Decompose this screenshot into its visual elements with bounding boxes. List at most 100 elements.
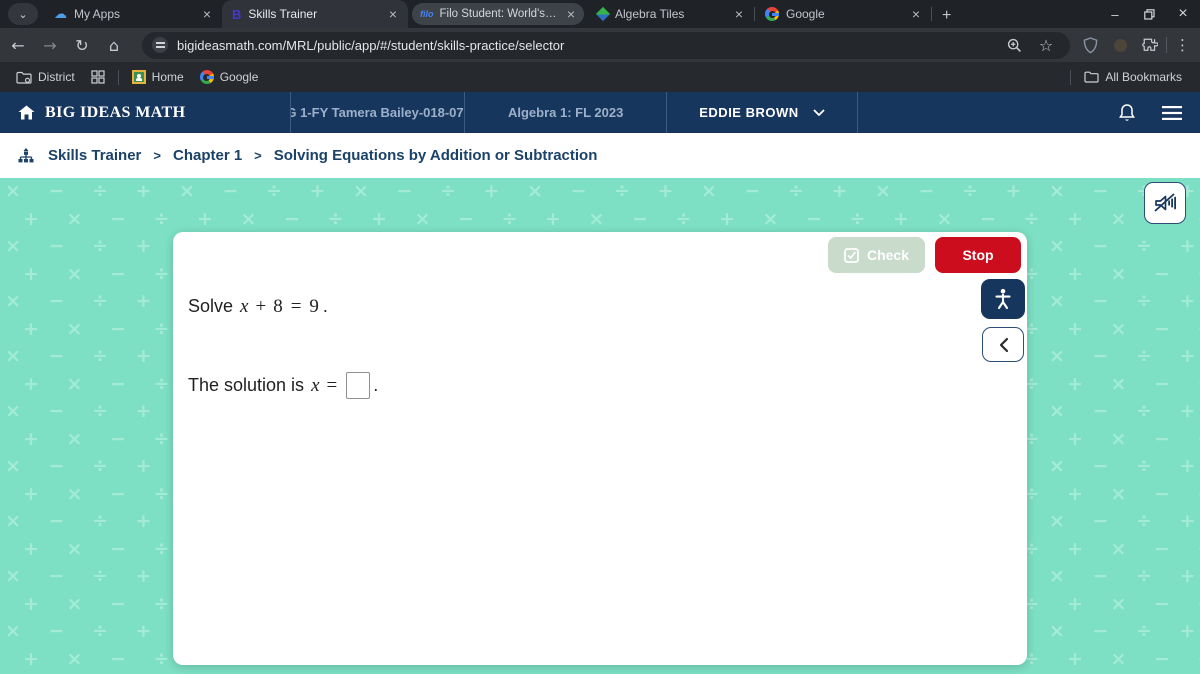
close-tab-icon[interactable]: ×	[386, 6, 400, 22]
folder-icon	[1084, 71, 1099, 83]
stop-button[interactable]: Stop	[935, 237, 1021, 273]
solution-statement: The solution is x = .	[188, 372, 378, 399]
equals-sign: =	[290, 296, 302, 317]
course-name: Algebra 1: FL 2023	[464, 92, 666, 133]
managed-folder-icon	[16, 71, 32, 84]
tab-my-apps[interactable]: ☁ My Apps ×	[44, 0, 222, 28]
restore-button[interactable]	[1132, 0, 1166, 28]
zoom-icon[interactable]	[1004, 38, 1024, 53]
algebra-tiles-icon	[595, 6, 611, 22]
solution-input[interactable]	[346, 372, 371, 399]
google-icon	[199, 70, 214, 84]
dim-extension-icon[interactable]	[1110, 38, 1130, 52]
bookmarks-separator	[1070, 69, 1072, 85]
close-tab-icon[interactable]: ×	[564, 6, 578, 22]
notifications-bell-icon[interactable]	[1118, 103, 1136, 123]
breadcrumb-topic[interactable]: Solving Equations by Addition or Subtrac…	[274, 147, 598, 164]
solution-period: .	[373, 375, 379, 395]
tab-search-button[interactable]: ⌄	[8, 3, 38, 25]
minimize-button[interactable]: –	[1098, 0, 1132, 28]
classroom-icon	[131, 70, 146, 84]
tab-algebra-tiles[interactable]: Algebra Tiles ×	[588, 0, 754, 28]
forward-button[interactable]: →	[36, 31, 64, 59]
muted-speaker-icon	[1154, 193, 1176, 212]
close-tab-icon[interactable]: ×	[732, 6, 746, 22]
address-bar[interactable]: bigideasmath.com/MRL/public/app/#/studen…	[142, 31, 1070, 59]
browser-toolbar: ← → ↻ ⌂ bigideasmath.com/MRL/public/app/…	[0, 28, 1200, 62]
bookmark-label: Google	[219, 70, 259, 84]
breadcrumb-skills-trainer[interactable]: Skills Trainer	[48, 147, 141, 164]
close-tab-icon[interactable]: ×	[909, 6, 923, 22]
brand[interactable]: BIG IDEAS MATH	[0, 92, 290, 133]
site-info-icon[interactable]	[152, 37, 168, 53]
chevron-left-icon	[999, 337, 1008, 352]
bookmark-home[interactable]: Home	[124, 66, 192, 88]
hamburger-menu-icon[interactable]	[1162, 105, 1182, 120]
reload-button[interactable]: ↻	[68, 31, 96, 59]
tab-label: Google	[786, 7, 825, 21]
breadcrumb: Skills Trainer > Chapter 1 > Solving Equ…	[0, 133, 1200, 178]
bookmark-star-icon[interactable]: ☆	[1036, 36, 1056, 55]
practice-stage: ×−÷+×−÷+×−÷+×−÷+×−÷+×−÷+×−÷++×−÷+×−÷+×−÷…	[0, 178, 1200, 674]
breadcrumb-separator: >	[254, 148, 262, 163]
check-box-icon	[844, 247, 859, 263]
big-ideas-favicon: B	[232, 6, 242, 22]
sitemap-icon	[18, 147, 34, 162]
bookmarks-bar: District Home Google All Bookmarks	[0, 62, 1200, 92]
tab-label: Skills Trainer	[248, 7, 318, 21]
problem-card: Check Stop Solve x + 8 = 9 . The solutio…	[173, 232, 1027, 665]
bookmark-label: All Bookmarks	[1105, 70, 1182, 84]
solution-prefix: The solution is	[188, 375, 305, 395]
solution-variable: x	[311, 374, 320, 396]
breadcrumb-chapter[interactable]: Chapter 1	[173, 147, 242, 164]
tab-filo-student[interactable]: filo Filo Student: World's Only Live ×	[408, 0, 588, 28]
restore-icon	[1143, 8, 1155, 20]
browser-window: ⌄ ☁ My Apps × B Skills Trainer × filo Fi…	[0, 0, 1200, 674]
chevron-down-icon	[813, 109, 825, 116]
mute-audio-button[interactable]	[1144, 182, 1186, 224]
new-tab-button[interactable]: +	[932, 7, 961, 28]
browser-menu-icon[interactable]: ⋮	[1173, 36, 1200, 54]
bookmarks-separator	[117, 69, 119, 85]
close-tab-icon[interactable]: ×	[200, 6, 214, 22]
tab-label: Algebra Tiles	[615, 7, 685, 21]
chevron-down-icon: ⌄	[18, 8, 28, 21]
filo-icon: filo	[420, 9, 434, 19]
bookmark-label: District	[38, 70, 75, 84]
apps-grid-icon[interactable]	[83, 66, 113, 88]
bookmark-google[interactable]: Google	[192, 66, 267, 88]
close-window-button[interactable]: ×	[1166, 0, 1200, 28]
equation-addend: 8	[273, 296, 283, 317]
back-button[interactable]: ←	[4, 31, 32, 59]
solution-equals-sign: =	[326, 374, 338, 396]
window-controls: – ×	[1098, 0, 1200, 28]
class-name: ALG 1-FY Tamera Bailey-018-07--12	[290, 92, 464, 133]
problem-statement: Solve x + 8 = 9 .	[188, 296, 328, 318]
student-name: EDDIE BROWN	[699, 105, 799, 120]
google-icon	[765, 7, 779, 21]
previous-button[interactable]	[982, 327, 1024, 362]
url-text[interactable]: bigideasmath.com/MRL/public/app/#/studen…	[177, 38, 1004, 53]
tab-strip: ⌄ ☁ My Apps × B Skills Trainer × filo Fi…	[0, 0, 1200, 28]
bookmark-district[interactable]: District	[8, 66, 83, 88]
brand-title: BIG IDEAS MATH	[45, 103, 186, 121]
solve-prefix: Solve	[188, 296, 234, 316]
check-button[interactable]: Check	[827, 237, 925, 273]
tab-label: Filo Student: World's Only Live	[439, 8, 558, 20]
breadcrumb-separator: >	[153, 148, 161, 163]
extensions-puzzle-icon[interactable]	[1140, 37, 1160, 53]
my-apps-icon: ☁	[54, 6, 67, 22]
bookmark-label: Home	[151, 70, 184, 84]
accessibility-person-icon	[995, 288, 1011, 310]
tab-google[interactable]: Google ×	[755, 0, 931, 28]
tab-group-pill: filo Filo Student: World's Only Live ×	[412, 3, 584, 25]
shield-extension-icon[interactable]	[1080, 36, 1100, 54]
home-icon	[18, 105, 35, 120]
home-button[interactable]: ⌂	[100, 31, 128, 59]
tab-skills-trainer[interactable]: B Skills Trainer ×	[222, 0, 408, 28]
accessibility-button[interactable]	[981, 279, 1025, 319]
equation-result: 9	[309, 296, 319, 317]
period: .	[322, 296, 328, 316]
student-menu[interactable]: EDDIE BROWN	[665, 92, 857, 133]
all-bookmarks-button[interactable]: All Bookmarks	[1076, 66, 1190, 88]
